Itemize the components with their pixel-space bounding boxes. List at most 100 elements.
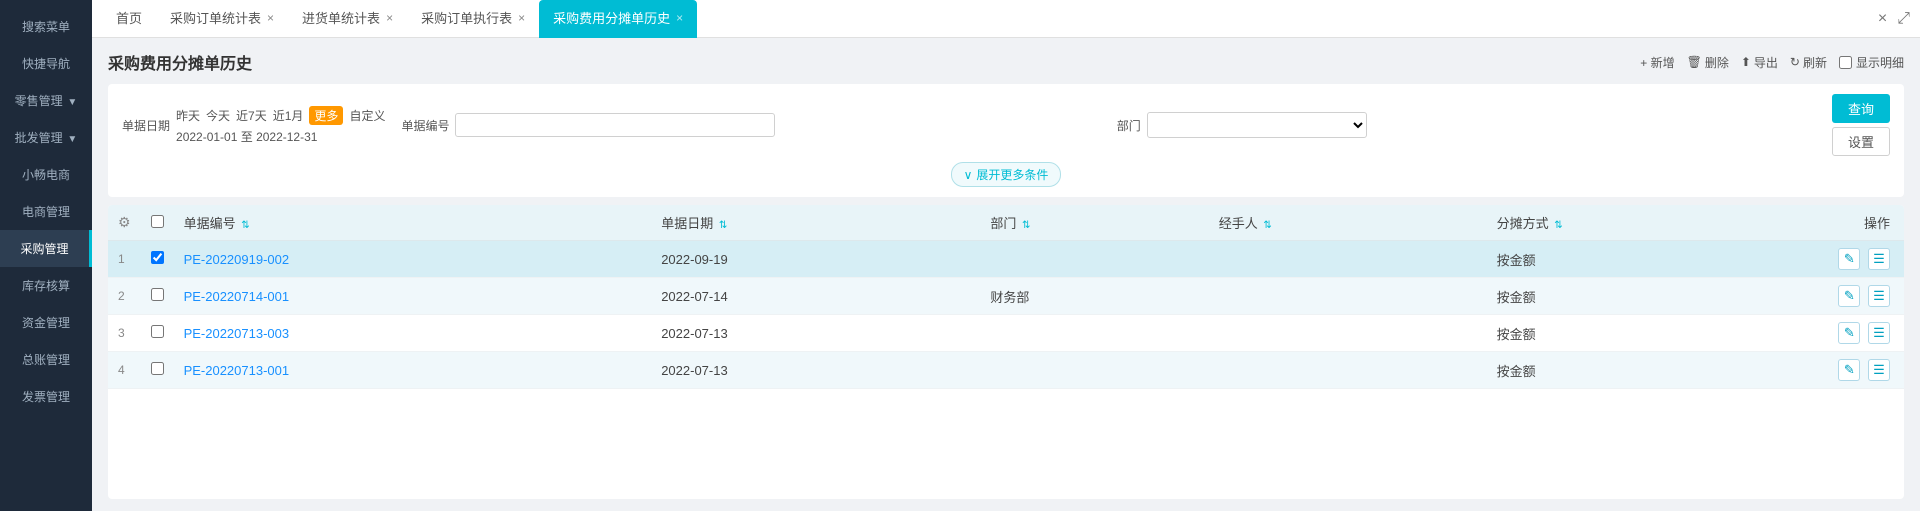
row-edit-button[interactable]: ✎ (1838, 322, 1860, 344)
sidebar-item-库存核算[interactable]: 库存核算 (0, 267, 92, 304)
row-code: PE-20220713-001 (174, 352, 652, 389)
filter-row: 单据日期 昨天 今天 近7天 近1月 更多 自定义 2022-01-01 至 2… (122, 94, 1890, 156)
sidebar-item-采购管理[interactable]: 采购管理 (0, 230, 92, 267)
tab-label: 首页 (116, 8, 142, 27)
tab-bar: 首页采购订单统计表×进货单统计表× 采购订单执行表 × 采购费用分摊单历史 × × ⤢ (92, 0, 1920, 38)
refresh-button[interactable]: ↻ 刷新 (1790, 54, 1827, 71)
col-settings: ⚙ (108, 205, 141, 241)
export-button[interactable]: ⬆ 导出 (1741, 54, 1778, 71)
tab-进货单统计表[interactable]: 进货单统计表× (288, 0, 407, 38)
tab-采购订单统计表[interactable]: 采购订单统计表× (156, 0, 288, 38)
tab-close-icon[interactable]: × (518, 11, 525, 25)
table-row: 1 PE-20220919-002 2022-09-19 按金额 ✎ ☰ (108, 241, 1904, 278)
row-detail-button[interactable]: ☰ (1868, 248, 1890, 270)
sort-date-icon[interactable]: ⇅ (719, 220, 727, 231)
row-method: 按金额 (1487, 278, 1814, 315)
row-code-link[interactable]: PE-20220714-001 (184, 289, 290, 304)
row-code: PE-20220919-002 (174, 241, 652, 278)
row-edit-button[interactable]: ✎ (1838, 285, 1860, 307)
sidebar-item-资金管理[interactable]: 资金管理 (0, 304, 92, 341)
delete-button[interactable]: 🗑 删除 (1687, 54, 1729, 71)
row-code-link[interactable]: PE-20220713-001 (184, 363, 290, 378)
sort-method-icon[interactable]: ⇅ (1554, 220, 1562, 231)
last7days-shortcut[interactable]: 近7天 (236, 107, 267, 124)
table-body: 1 PE-20220919-002 2022-09-19 按金额 ✎ ☰ 2 P… (108, 241, 1904, 389)
row-checkbox[interactable] (151, 251, 164, 264)
row-checkbox[interactable] (151, 362, 164, 375)
custom-shortcut[interactable]: 自定义 (349, 107, 385, 124)
export-icon: ⬆ (1741, 55, 1751, 69)
tab-label: 采购费用分摊单历史 (553, 8, 670, 27)
row-method: 按金额 (1487, 241, 1814, 278)
sidebar-item-电商管理[interactable]: 电商管理 (0, 193, 92, 230)
dept-filter-select[interactable] (1147, 112, 1367, 138)
tab-close-icon[interactable]: × (267, 11, 274, 25)
row-edit-button[interactable]: ✎ (1838, 248, 1860, 270)
tab-采购费用分摊单历史[interactable]: 采购费用分摊单历史 × (539, 0, 697, 38)
tab-label: 采购订单执行表 (421, 8, 512, 27)
page-header: 采购费用分摊单历史 + 新增 🗑 删除 ⬆ 导出 ↻ 刷新 显示明细 (108, 50, 1904, 74)
row-number: 1 (108, 241, 141, 278)
code-filter: 单据编号 (401, 113, 1100, 137)
col-operation: 操作 (1814, 205, 1904, 241)
row-date: 2022-07-13 (651, 315, 980, 352)
delete-icon: 🗑 (1687, 55, 1702, 69)
row-code-link[interactable]: PE-20220919-002 (184, 252, 290, 267)
sort-code-icon[interactable]: ⇅ (241, 220, 249, 231)
table-row: 2 PE-20220714-001 2022-07-14 财务部 按金额 ✎ ☰ (108, 278, 1904, 315)
expand-more-button[interactable]: ∨ 展开更多条件 (951, 162, 1062, 187)
sidebar-item-批发管理[interactable]: 批发管理 ▼ (0, 119, 92, 156)
row-detail-button[interactable]: ☰ (1868, 359, 1890, 381)
row-handler (1209, 315, 1487, 352)
setting-button[interactable]: 设置 (1832, 127, 1890, 156)
maximize-window-icon[interactable]: ⤢ (1897, 10, 1910, 28)
col-code: 单据编号 ⇅ (174, 205, 652, 241)
row-operations: ✎ ☰ (1814, 241, 1904, 278)
row-checkbox[interactable] (151, 325, 164, 338)
row-date: 2022-09-19 (651, 241, 980, 278)
date-filter-label: 单据日期 (122, 117, 170, 134)
show-detail-option[interactable]: 显示明细 (1839, 54, 1904, 71)
tab-close-icon[interactable]: × (676, 11, 683, 25)
row-detail-button[interactable]: ☰ (1868, 322, 1890, 344)
sidebar-item-小畅电商[interactable]: 小畅电商 (0, 156, 92, 193)
sort-dept-icon[interactable]: ⇅ (1022, 220, 1030, 231)
row-checkbox[interactable] (151, 288, 164, 301)
last1month-shortcut[interactable]: 近1月 (273, 107, 304, 124)
sort-handler-icon[interactable]: ⇅ (1263, 220, 1271, 231)
date-filter: 单据日期 昨天 今天 近7天 近1月 更多 自定义 2022-01-01 至 2… (122, 106, 385, 145)
code-filter-input[interactable] (455, 113, 775, 137)
add-button[interactable]: + 新增 (1640, 54, 1674, 71)
sidebar-item-总账管理[interactable]: 总账管理 (0, 341, 92, 378)
today-shortcut[interactable]: 今天 (206, 107, 230, 124)
row-handler (1209, 278, 1487, 315)
row-number: 2 (108, 278, 141, 315)
row-detail-button[interactable]: ☰ (1868, 285, 1890, 307)
sidebar-item-发票管理[interactable]: 发票管理 (0, 378, 92, 415)
tab-close-icon[interactable]: × (386, 11, 393, 25)
col-select-all (141, 205, 174, 241)
query-button[interactable]: 查询 (1832, 94, 1890, 123)
row-dept (980, 241, 1208, 278)
more-shortcut[interactable]: 更多 (309, 106, 343, 125)
tab-首页[interactable]: 首页 (102, 0, 156, 38)
yesterday-shortcut[interactable]: 昨天 (176, 107, 200, 124)
sidebar-item-快捷导航[interactable]: 快捷导航 (0, 45, 92, 82)
sidebar-item-零售管理[interactable]: 零售管理 ▼ (0, 82, 92, 119)
row-code: PE-20220713-003 (174, 315, 652, 352)
tab-采购订单执行表[interactable]: 采购订单执行表 × (407, 0, 539, 38)
show-detail-checkbox[interactable] (1839, 56, 1852, 69)
row-code-link[interactable]: PE-20220713-003 (184, 326, 290, 341)
select-all-checkbox[interactable] (151, 215, 164, 228)
date-shortcuts: 昨天 今天 近7天 近1月 更多 自定义 (176, 106, 385, 125)
row-method: 按金额 (1487, 315, 1814, 352)
column-settings-icon[interactable]: ⚙ (118, 214, 131, 230)
table-row: 3 PE-20220713-003 2022-07-13 按金额 ✎ ☰ (108, 315, 1904, 352)
sidebar-arrow-icon: ▼ (65, 97, 78, 108)
row-edit-button[interactable]: ✎ (1838, 359, 1860, 381)
close-window-icon[interactable]: × (1878, 10, 1887, 28)
sidebar-item-搜索菜单[interactable]: 搜索菜单 (0, 8, 92, 45)
col-method: 分摊方式 ⇅ (1487, 205, 1814, 241)
date-shortcuts-group: 昨天 今天 近7天 近1月 更多 自定义 2022-01-01 至 2022-1… (176, 106, 385, 145)
page-content-area: 采购费用分摊单历史 + 新增 🗑 删除 ⬆ 导出 ↻ 刷新 显示明细 (92, 38, 1920, 511)
